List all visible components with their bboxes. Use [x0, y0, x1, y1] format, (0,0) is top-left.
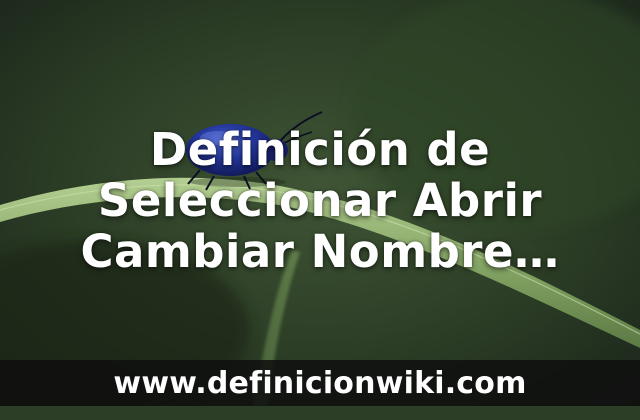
article-title: Definición de Seleccionar Abrir Cambiar …	[0, 124, 640, 277]
article-thumbnail: Definición de Seleccionar Abrir Cambiar …	[0, 0, 640, 420]
site-url-banner: www.definicionwiki.com	[0, 360, 640, 406]
title-line-2: Seleccionar Abrir	[97, 174, 543, 227]
title-line-1: Definición de	[149, 123, 491, 176]
title-line-3: Cambiar Nombre…	[80, 225, 560, 278]
site-url-text: www.definicionwiki.com	[113, 365, 527, 401]
bottom-photo-strip	[0, 406, 640, 420]
